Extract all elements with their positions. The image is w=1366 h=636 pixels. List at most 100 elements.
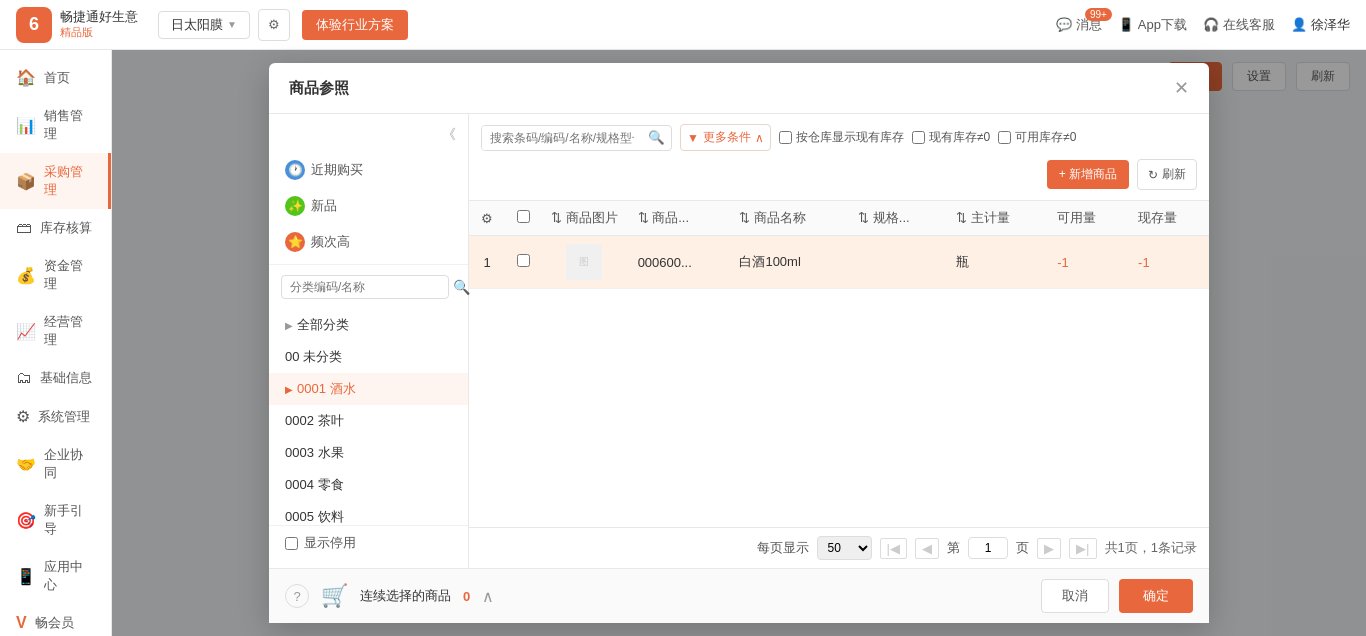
category-search-icon[interactable]: 🔍 (453, 279, 470, 295)
sidebar-item-enterprise[interactable]: 🤝 企业协同 (0, 436, 111, 492)
row-check[interactable] (505, 236, 541, 289)
category-tea[interactable]: 0002 茶叶 (269, 405, 468, 437)
col-available: 可用量 (1047, 201, 1128, 236)
service-link[interactable]: 🎧 在线客服 (1203, 16, 1275, 34)
close-button[interactable]: ✕ (1174, 77, 1189, 99)
logo-area: 6 畅捷通好生意 精品版 (16, 7, 138, 43)
per-page-label: 每页显示 (757, 539, 809, 557)
warehouse-stock-checkbox[interactable]: 按仓库显示现有库存 (779, 129, 904, 146)
add-product-button[interactable]: + 新增商品 (1047, 160, 1129, 189)
sidebar-item-sales[interactable]: 📊 销售管理 (0, 97, 111, 153)
row-unit: 瓶 (946, 236, 1047, 289)
more-filter-button[interactable]: ▼ 更多条件 ∧ (680, 124, 771, 151)
disabled-checkbox-input[interactable] (285, 537, 298, 550)
content-area: 查询 设置 刷新 商品参照 ✕ 《 (112, 50, 1366, 636)
category-fruit[interactable]: 0003 水果 (269, 437, 468, 469)
category-liquor[interactable]: ▶ 0001 酒水 (269, 373, 468, 405)
sidebar-item-inventory[interactable]: 🗃 库存核算 (0, 209, 111, 247)
sidebar-item-system[interactable]: ⚙ 系统管理 (0, 397, 111, 436)
first-page-button[interactable]: |◀ (880, 538, 907, 559)
product-search-button[interactable]: 🔍 (642, 130, 671, 145)
collapse-cart-button[interactable]: ∧ (482, 587, 494, 606)
available-nonzero-input[interactable] (998, 131, 1011, 144)
left-panel: 《 🕐 近期购买 ✨ 新品 ⭐ 频次高 (269, 114, 469, 568)
sidebar-item-vip[interactable]: V 畅会员 (0, 604, 111, 636)
toolbar-right: + 新增商品 ↻ 刷新 (1047, 159, 1197, 190)
main-layout: 🏠 首页 📊 销售管理 📦 采购管理 🗃 库存核算 💰 资金管理 📈 经营管理 … (0, 50, 1366, 636)
show-disabled-checkbox[interactable]: 显示停用 (285, 534, 452, 552)
row-name: 白酒100ml (729, 236, 848, 289)
refresh-icon: ↻ (1148, 168, 1158, 182)
product-search-wrap: 🔍 (481, 125, 672, 151)
prev-page-button[interactable]: ◀ (915, 538, 939, 559)
category-tree: ▶ 全部分类 00 未分类 ▶ 0001 酒水 0002 茶 (269, 305, 468, 525)
sidebar-item-purchase[interactable]: 📦 采购管理 (0, 153, 111, 209)
new-product-item[interactable]: ✨ 新品 (269, 188, 468, 224)
confirm-button[interactable]: 确定 (1119, 579, 1193, 613)
operations-icon: 📈 (16, 322, 36, 341)
page-size-select[interactable]: 50 20 100 (817, 536, 872, 560)
basic-info-icon: 🗂 (16, 369, 32, 387)
table-row[interactable]: 1 图 000600... 白酒100ml (469, 236, 1209, 289)
category-search-input[interactable] (281, 275, 449, 299)
category-all[interactable]: ▶ 全部分类 (269, 309, 468, 341)
settings-icon[interactable]: ⚙ (481, 211, 493, 226)
product-table-wrap: ⚙ ⇅ 商品图片 (469, 201, 1209, 527)
next-page-button[interactable]: ▶ (1037, 538, 1061, 559)
inventory-icon: 🗃 (16, 219, 32, 237)
category-uncategorized[interactable]: 00 未分类 (269, 341, 468, 373)
stock-nonzero-checkbox[interactable]: 现有库存≠0 (912, 129, 990, 146)
new-product-icon: ✨ (285, 196, 305, 216)
last-page-button[interactable]: ▶| (1069, 538, 1096, 559)
sidebar-item-operations[interactable]: 📈 经营管理 (0, 303, 111, 359)
guide-icon: 🎯 (16, 511, 36, 530)
app-download-link[interactable]: 📱 App下载 (1118, 16, 1187, 34)
cart-icon[interactable]: 🛒 (321, 583, 348, 609)
sidebar-item-home[interactable]: 🏠 首页 (0, 58, 111, 97)
sidebar: 🏠 首页 📊 销售管理 📦 采购管理 🗃 库存核算 💰 资金管理 📈 经营管理 … (0, 50, 112, 636)
sort-icon4: ⇅ (858, 210, 869, 225)
recent-purchase-item[interactable]: 🕐 近期购买 (269, 152, 468, 188)
sidebar-item-basic-info[interactable]: 🗂 基础信息 (0, 359, 111, 397)
modal-overlay: 商品参照 ✕ 《 🕐 近期购买 (112, 50, 1366, 636)
col-image: ⇅ 商品图片 (541, 201, 628, 236)
sidebar-item-guide[interactable]: 🎯 新手引导 (0, 492, 111, 548)
cancel-button[interactable]: 取消 (1041, 579, 1109, 613)
trial-button[interactable]: 体验行业方案 (302, 10, 408, 40)
col-name: ⇅ 商品名称 (729, 201, 848, 236)
product-search-input[interactable] (482, 126, 642, 150)
select-all-checkbox[interactable] (517, 210, 530, 223)
frequent-item[interactable]: ⭐ 频次高 (269, 224, 468, 260)
available-nonzero-checkbox[interactable]: 可用库存≠0 (998, 129, 1076, 146)
row-image: 图 (541, 236, 628, 289)
avatar: 👤 (1291, 17, 1307, 32)
help-button[interactable]: ? (285, 584, 309, 608)
app-center-icon: 📱 (16, 567, 36, 586)
tree-arrow-icon: ▶ (285, 320, 293, 331)
collapse-left-icon[interactable]: 《 (442, 126, 456, 144)
home-icon: 🏠 (16, 68, 36, 87)
sidebar-item-finance[interactable]: 💰 资金管理 (0, 247, 111, 303)
enterprise-icon: 🤝 (16, 455, 36, 474)
sort-icon5: ⇅ (956, 210, 967, 225)
left-panel-header: 《 (269, 122, 468, 152)
nav-dropdown[interactable]: 日太阳膜 ▼ (158, 11, 250, 39)
message-icon: 💬 (1056, 17, 1072, 32)
purchase-icon: 📦 (16, 172, 36, 191)
sidebar-item-app-center[interactable]: 📱 应用中心 (0, 548, 111, 604)
page-input[interactable]: 1 (968, 537, 1008, 559)
stock-nonzero-input[interactable] (912, 131, 925, 144)
refresh-product-button[interactable]: ↻ 刷新 (1137, 159, 1197, 190)
messages-link[interactable]: 💬 消息 99+ (1056, 16, 1102, 34)
category-beverage[interactable]: 0005 饮料 (269, 501, 468, 525)
table-body: 1 图 000600... 白酒100ml (469, 236, 1209, 289)
left-panel-footer: 显示停用 (269, 525, 468, 560)
gear-icon[interactable]: ⚙ (258, 9, 290, 41)
user-area[interactable]: 👤 徐泽华 (1291, 16, 1350, 34)
category-snack[interactable]: 0004 零食 (269, 469, 468, 501)
sort-icon: ⇅ (551, 210, 562, 225)
modal-footer: ? 🛒 连续选择的商品 0 ∧ 取消 确定 (269, 568, 1209, 623)
row-checkbox[interactable] (517, 254, 530, 267)
row-stock: -1 (1128, 236, 1209, 289)
warehouse-stock-input[interactable] (779, 131, 792, 144)
